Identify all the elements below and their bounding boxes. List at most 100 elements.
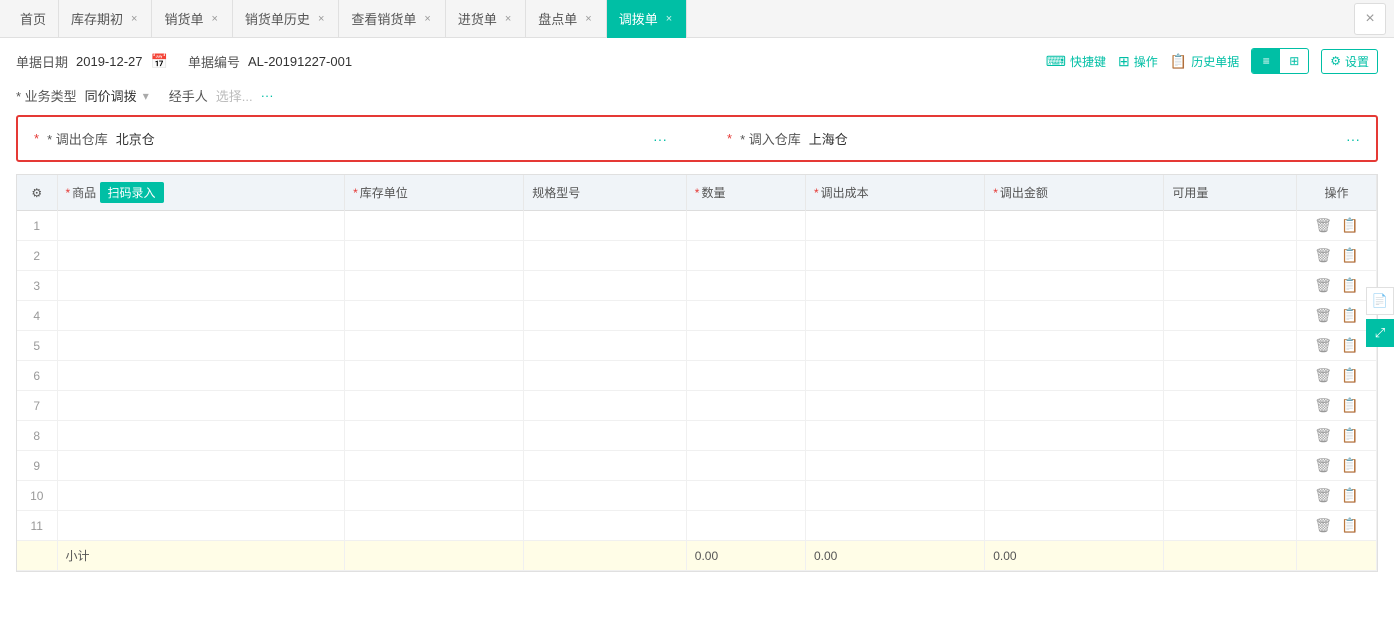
row-amount-4[interactable] <box>985 301 1164 331</box>
row-qty-8[interactable] <box>686 421 805 451</box>
row-cost-4[interactable] <box>806 301 985 331</box>
row-spec-7[interactable] <box>524 391 687 421</box>
copy-icon-1[interactable]: 📋 <box>1341 217 1358 233</box>
row-qty-2[interactable] <box>686 241 805 271</box>
copy-icon-11[interactable]: 📋 <box>1341 517 1358 533</box>
delete-icon-6[interactable]: 🗑 <box>1314 367 1332 383</box>
delete-icon-8[interactable]: 🗑 <box>1314 427 1332 443</box>
handler-select[interactable]: 选择... <box>216 86 253 105</box>
delete-icon-1[interactable]: 🗑 <box>1314 217 1332 233</box>
biz-type-dropdown-icon[interactable]: ▾ <box>143 89 149 103</box>
row-goods-2[interactable] <box>57 241 345 271</box>
delete-icon-3[interactable]: 🗑 <box>1314 277 1332 293</box>
row-amount-10[interactable] <box>985 481 1164 511</box>
delete-icon-2[interactable]: 🗑 <box>1314 247 1332 263</box>
row-cost-1[interactable] <box>806 211 985 241</box>
row-cost-7[interactable] <box>806 391 985 421</box>
quick-key-action[interactable]: ⌨ 快捷键 <box>1046 53 1106 70</box>
row-goods-9[interactable] <box>57 451 345 481</box>
row-unit-9[interactable] <box>345 451 524 481</box>
tab-close-transfer[interactable]: × <box>664 12 674 26</box>
copy-icon-4[interactable]: 📋 <box>1341 307 1358 323</box>
copy-icon-3[interactable]: 📋 <box>1341 277 1358 293</box>
th-settings[interactable]: ⚙ <box>17 175 57 211</box>
copy-icon-5[interactable]: 📋 <box>1341 337 1358 353</box>
row-spec-10[interactable] <box>524 481 687 511</box>
list-view-btn[interactable]: ≡ <box>1252 49 1280 73</box>
row-unit-6[interactable] <box>345 361 524 391</box>
delete-icon-9[interactable]: 🗑 <box>1314 457 1332 473</box>
row-unit-5[interactable] <box>345 331 524 361</box>
row-spec-9[interactable] <box>524 451 687 481</box>
row-cost-8[interactable] <box>806 421 985 451</box>
row-unit-3[interactable] <box>345 271 524 301</box>
handler-more-btn[interactable]: ··· <box>261 88 274 103</box>
tab-close-sales-order[interactable]: × <box>209 12 219 26</box>
row-cost-10[interactable] <box>806 481 985 511</box>
row-qty-5[interactable] <box>686 331 805 361</box>
tab-close-stocktake[interactable]: × <box>583 12 593 26</box>
expand-float-button[interactable]: ⤢ <box>1366 319 1394 347</box>
row-spec-8[interactable] <box>524 421 687 451</box>
tab-sales-history[interactable]: 销货单历史 × <box>233 0 339 38</box>
row-goods-1[interactable] <box>57 211 345 241</box>
row-cost-11[interactable] <box>806 511 985 541</box>
in-warehouse-more-btn[interactable]: ··· <box>1346 131 1360 147</box>
out-warehouse-more-btn[interactable]: ··· <box>653 131 667 147</box>
row-spec-5[interactable] <box>524 331 687 361</box>
row-cost-9[interactable] <box>806 451 985 481</box>
tab-view-sales[interactable]: 查看销货单 × <box>339 0 445 38</box>
tab-close-view-sales[interactable]: × <box>422 12 432 26</box>
tab-home[interactable]: 首页 <box>8 0 59 38</box>
row-spec-3[interactable] <box>524 271 687 301</box>
tab-sales-order[interactable]: 销货单 × <box>152 0 232 38</box>
row-amount-3[interactable] <box>985 271 1164 301</box>
row-unit-8[interactable] <box>345 421 524 451</box>
row-goods-5[interactable] <box>57 331 345 361</box>
row-goods-8[interactable] <box>57 421 345 451</box>
row-amount-2[interactable] <box>985 241 1164 271</box>
row-qty-3[interactable] <box>686 271 805 301</box>
scan-entry-button[interactable]: 扫码录入 <box>100 182 164 203</box>
calendar-icon[interactable]: 📅 <box>151 53 168 70</box>
row-amount-8[interactable] <box>985 421 1164 451</box>
row-unit-4[interactable] <box>345 301 524 331</box>
tab-close-purchase-order[interactable]: × <box>503 12 513 26</box>
row-unit-10[interactable] <box>345 481 524 511</box>
row-qty-1[interactable] <box>686 211 805 241</box>
settings-button[interactable]: ⚙ 设置 <box>1321 49 1378 74</box>
row-spec-1[interactable] <box>524 211 687 241</box>
delete-icon-4[interactable]: 🗑 <box>1314 307 1332 323</box>
copy-icon-6[interactable]: 📋 <box>1341 367 1358 383</box>
table-scroll-area[interactable]: ⚙ *商品 扫码录入 *库存单位 规格型号 *数量 *调出成本 *调出金额 可用… <box>17 175 1377 571</box>
row-cost-6[interactable] <box>806 361 985 391</box>
copy-icon-2[interactable]: 📋 <box>1341 247 1358 263</box>
row-cost-2[interactable] <box>806 241 985 271</box>
row-qty-10[interactable] <box>686 481 805 511</box>
tab-transfer[interactable]: 调拨单 × <box>607 0 687 38</box>
row-spec-4[interactable] <box>524 301 687 331</box>
grid-view-btn[interactable]: ⊞ <box>1280 49 1308 73</box>
delete-icon-5[interactable]: 🗑 <box>1314 337 1332 353</box>
tab-close-inventory-init[interactable]: × <box>129 12 139 26</box>
window-close-button[interactable]: × <box>1354 3 1386 35</box>
row-qty-11[interactable] <box>686 511 805 541</box>
row-unit-7[interactable] <box>345 391 524 421</box>
row-amount-7[interactable] <box>985 391 1164 421</box>
delete-icon-10[interactable]: 🗑 <box>1314 487 1332 503</box>
copy-icon-8[interactable]: 📋 <box>1341 427 1358 443</box>
tab-stocktake[interactable]: 盘点单 × <box>526 0 606 38</box>
row-amount-1[interactable] <box>985 211 1164 241</box>
operations-action[interactable]: ⊞ 操作 <box>1118 53 1158 70</box>
row-spec-11[interactable] <box>524 511 687 541</box>
tab-close-sales-history[interactable]: × <box>316 12 326 26</box>
row-qty-7[interactable] <box>686 391 805 421</box>
row-cost-3[interactable] <box>806 271 985 301</box>
row-goods-4[interactable] <box>57 301 345 331</box>
row-goods-11[interactable] <box>57 511 345 541</box>
row-spec-2[interactable] <box>524 241 687 271</box>
row-goods-3[interactable] <box>57 271 345 301</box>
copy-icon-9[interactable]: 📋 <box>1341 457 1358 473</box>
row-amount-9[interactable] <box>985 451 1164 481</box>
row-goods-7[interactable] <box>57 391 345 421</box>
